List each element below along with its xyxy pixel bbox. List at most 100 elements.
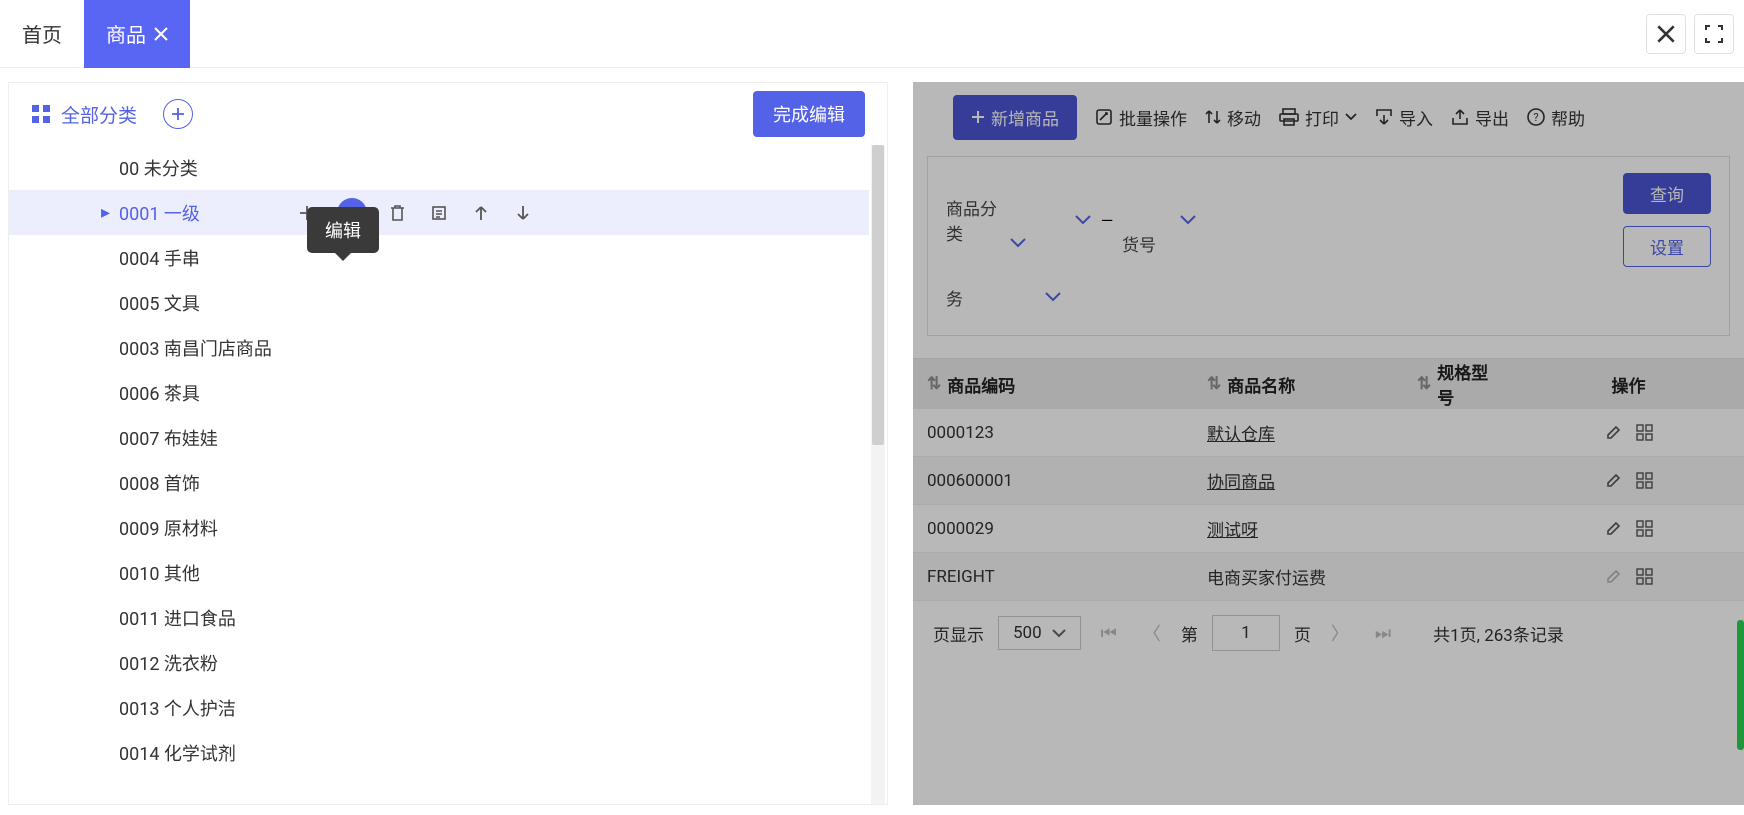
th-spec[interactable]: 规格型号	[1437, 359, 1499, 409]
delete-icon[interactable]	[385, 201, 409, 225]
scrollbar[interactable]	[871, 145, 885, 804]
category-item[interactable]: 0012 洗衣粉	[9, 640, 869, 685]
cell-code: 0000123	[913, 423, 1193, 443]
add-category-button[interactable]	[163, 99, 193, 129]
filter-panel: 商品分类 — 查询 设置 货号 务	[927, 156, 1730, 336]
close-all-tabs-button[interactable]	[1646, 14, 1686, 54]
page-summary: 共1页, 263条记录	[1433, 621, 1564, 646]
all-categories-link[interactable]: 全部分类	[61, 101, 137, 128]
grid-icon	[31, 104, 51, 124]
scrollbar-thumb[interactable]	[872, 145, 884, 445]
category-item[interactable]: 0003 南昌门店商品	[9, 325, 869, 370]
first-page-icon[interactable]: ⏮	[1095, 623, 1123, 644]
category-label: 00 未分类	[119, 155, 198, 181]
chevron-down-icon	[1345, 113, 1357, 121]
cell-name: 电商买家付运费	[1193, 564, 1403, 589]
export-button[interactable]: 导出	[1451, 105, 1509, 130]
row-more-icon[interactable]	[1636, 520, 1653, 537]
cell-code: 0000029	[913, 519, 1193, 539]
category-item[interactable]: 0011 进口食品	[9, 595, 869, 640]
category-item[interactable]: 0004 手串	[9, 235, 869, 280]
cell-name[interactable]: 默认仓库	[1193, 420, 1403, 445]
row-more-icon[interactable]	[1636, 472, 1653, 489]
tab-goods-label: 商品	[106, 19, 146, 48]
import-button[interactable]: 导入	[1375, 105, 1433, 130]
print-button[interactable]: 打印	[1279, 105, 1357, 130]
next-page-icon[interactable]: 〉	[1325, 620, 1355, 646]
category-label: 0010 其他	[119, 560, 200, 586]
move-label: 移动	[1227, 105, 1261, 130]
add-goods-button[interactable]: 新增商品	[953, 95, 1077, 140]
pagination: 页显示 500 ⏮ 〈 第 1 页 〉 ⏭ 共1页, 263条记录	[913, 601, 1744, 651]
page-before: 第	[1181, 621, 1198, 646]
query-button[interactable]: 查询	[1623, 173, 1711, 214]
category-item[interactable]: 0013 个人护洁	[9, 685, 869, 730]
tab-home[interactable]: 首页	[0, 0, 84, 68]
tab-goods[interactable]: 商品	[84, 0, 190, 68]
category-item[interactable]: 0010 其他	[9, 550, 869, 595]
detail-icon[interactable]	[427, 201, 451, 225]
category-item[interactable]: 00 未分类	[9, 145, 869, 190]
table-row[interactable]: FREIGHT电商买家付运费	[913, 553, 1744, 601]
per-page-select[interactable]: 500	[998, 616, 1081, 650]
move-down-icon[interactable]	[511, 201, 535, 225]
finish-edit-button[interactable]: 完成编辑	[753, 91, 865, 137]
accent-bar	[1737, 620, 1744, 750]
category-label: 0009 原材料	[119, 515, 218, 541]
sort-icon[interactable]: ⇅	[1417, 374, 1431, 394]
cell-name[interactable]: 测试呀	[1193, 516, 1403, 541]
table-row[interactable]: 0000123默认仓库	[913, 409, 1744, 457]
category-item[interactable]: 0014 化学试剂	[9, 730, 869, 775]
th-name[interactable]: 商品名称	[1227, 372, 1295, 397]
category-label: 0001 一级	[119, 200, 200, 226]
th-code[interactable]: 商品编码	[947, 372, 1015, 397]
category-label: 0012 洗衣粉	[119, 650, 218, 676]
cell-name[interactable]: 协同商品	[1193, 468, 1403, 493]
move-up-icon[interactable]	[469, 201, 493, 225]
goods-table: ⇅商品编码 ⇅商品名称 ⇅规格型号 操作 0000123默认仓库00060000…	[913, 358, 1744, 601]
row-edit-icon[interactable]	[1605, 472, 1622, 489]
category-label: 0014 化学试剂	[119, 740, 236, 766]
page-toolbar: 新增商品 批量操作 移动 打印 导入	[913, 92, 1744, 142]
help-button[interactable]: ? 帮助	[1527, 105, 1585, 130]
print-label: 打印	[1305, 105, 1339, 130]
category-label: 0008 首饰	[119, 470, 200, 496]
table-row[interactable]: 000600001协同商品	[913, 457, 1744, 505]
filter-drop-3[interactable]	[981, 283, 1061, 311]
top-tab-bar: 首页 商品	[0, 0, 1744, 68]
category-item[interactable]: ▸ 0001 一级	[9, 190, 869, 235]
close-icon[interactable]	[154, 27, 168, 41]
move-button[interactable]: 移动	[1205, 105, 1261, 130]
row-edit-icon[interactable]	[1605, 568, 1622, 585]
category-item[interactable]: 0008 首饰	[9, 460, 869, 505]
category-item[interactable]: 0007 布娃娃	[9, 415, 869, 460]
category-label: 0004 手串	[119, 245, 200, 271]
edit-tooltip: 编辑	[307, 207, 379, 253]
batch-ops-button[interactable]: 批量操作	[1095, 105, 1187, 130]
last-page-icon[interactable]: ⏭	[1369, 623, 1397, 644]
row-more-icon[interactable]	[1636, 424, 1653, 441]
fullscreen-button[interactable]	[1694, 14, 1734, 54]
category-label: 0006 茶具	[119, 380, 200, 406]
caret-right-icon: ▸	[101, 202, 110, 223]
row-edit-icon[interactable]	[1605, 520, 1622, 537]
add-goods-label: 新增商品	[991, 105, 1059, 130]
filter-sku-label: 货号	[1122, 231, 1156, 256]
table-row[interactable]: 0000029测试呀	[913, 505, 1744, 553]
category-label: 0005 文具	[119, 290, 200, 316]
category-item[interactable]: 0005 文具	[9, 280, 869, 325]
sort-icon[interactable]: ⇅	[927, 374, 941, 394]
page-after: 页	[1294, 621, 1311, 646]
row-more-icon[interactable]	[1636, 568, 1653, 585]
category-item[interactable]: 0009 原材料	[9, 505, 869, 550]
help-label: 帮助	[1551, 105, 1585, 130]
export-label: 导出	[1475, 105, 1509, 130]
row-edit-icon[interactable]	[1605, 424, 1622, 441]
prev-page-icon[interactable]: 〈	[1137, 620, 1167, 646]
category-item[interactable]: 0006 茶具	[9, 370, 869, 415]
filter-drop-2[interactable]	[946, 229, 1026, 257]
category-label: 0011 进口食品	[119, 605, 236, 631]
sort-icon[interactable]: ⇅	[1207, 374, 1221, 394]
page-input[interactable]: 1	[1212, 615, 1280, 651]
category-label: 0007 布娃娃	[119, 425, 218, 451]
